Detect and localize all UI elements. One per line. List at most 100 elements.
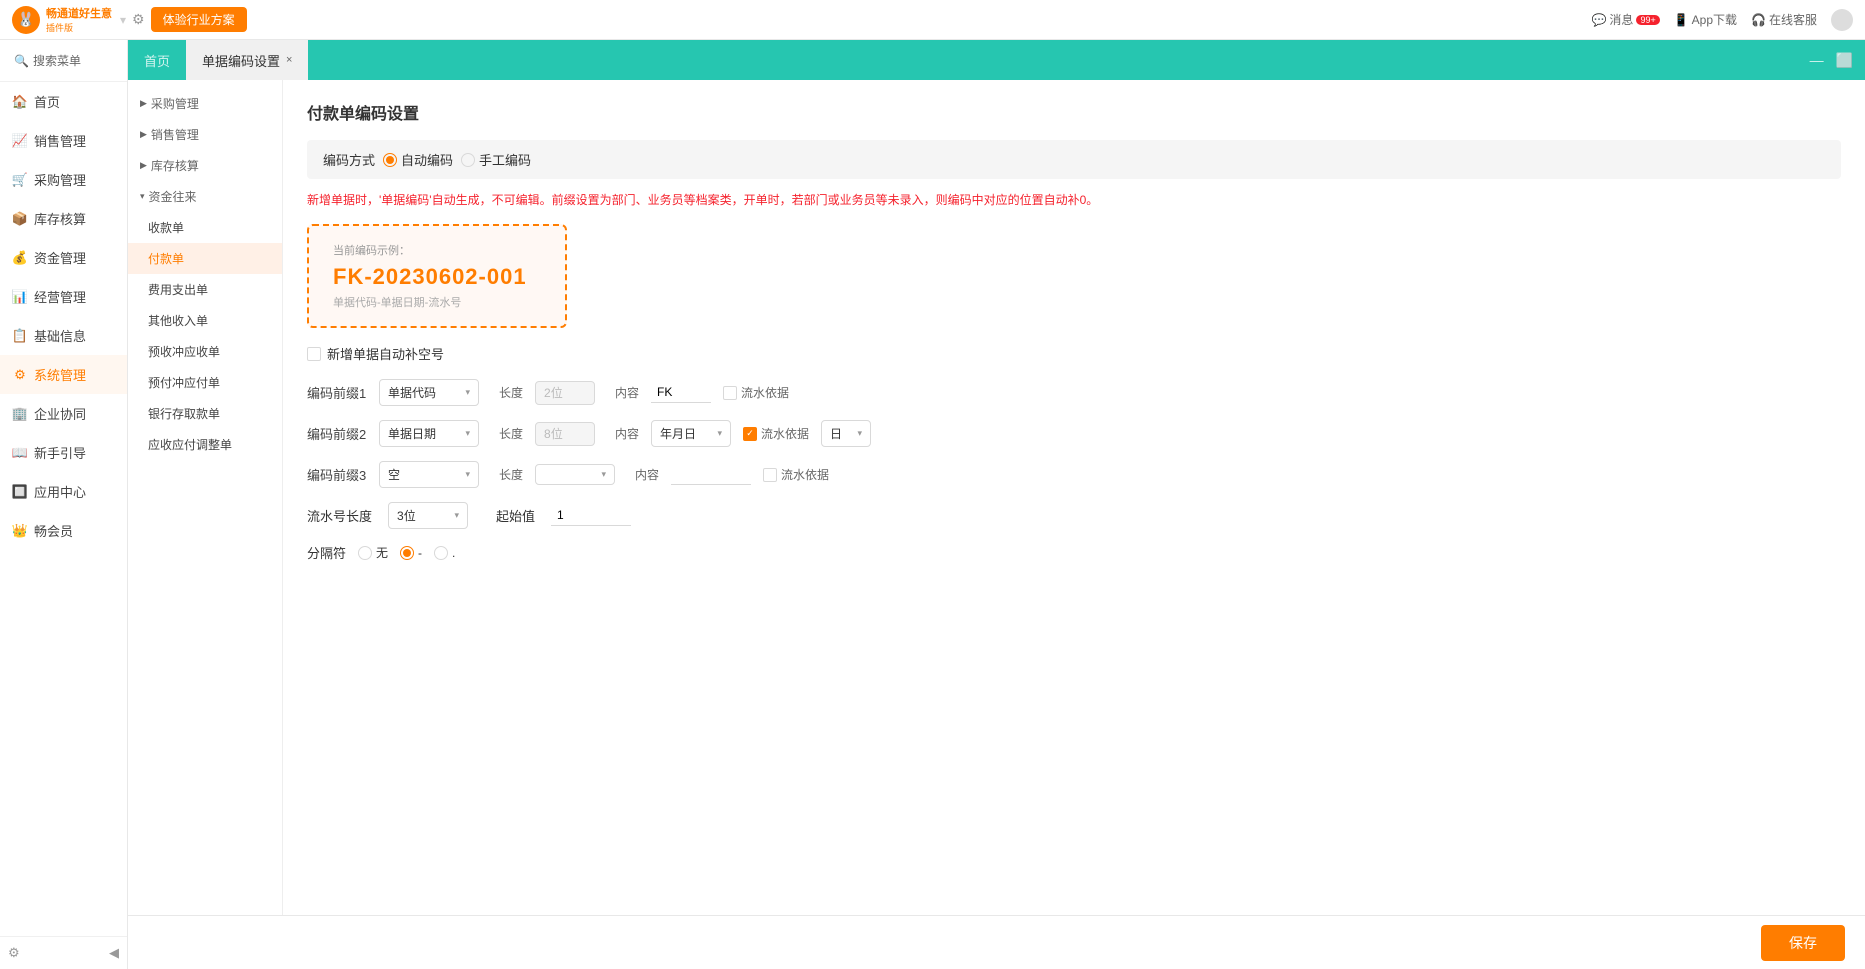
start-value-input[interactable] [551, 505, 631, 526]
serial-length-row: 流水号长度 3位 起始值 [307, 502, 1841, 529]
prefix1-select[interactable]: 单据代码 [379, 379, 479, 406]
submenu-item-other-income[interactable]: 其他收入单 [128, 305, 282, 336]
tab-controls: — ⬜ [1806, 40, 1865, 80]
dropdown-arrow[interactable]: ▾ [120, 13, 126, 27]
separator-none-radio[interactable]: 无 [358, 544, 388, 561]
content3-input[interactable] [671, 464, 751, 485]
sidebar-item-guide[interactable]: 📖 新手引导 [0, 433, 127, 472]
submenu-item-pre-receivable[interactable]: 预收冲应收单 [128, 336, 282, 367]
submenu-group-inventory-title[interactable]: ▶ 库存核算 [128, 150, 282, 181]
page-title: 付款单编码设置 [307, 100, 1841, 124]
sidebar-search-button[interactable]: 🔍 搜索菜单 [8, 48, 119, 73]
submenu-group-finance-title[interactable]: ▾ 资金往来 [128, 181, 282, 212]
trial-button[interactable]: 体验行业方案 [151, 7, 247, 32]
prefix2-label: 编码前缀2 [307, 424, 367, 443]
apps-icon: 🔲 [12, 484, 28, 500]
serial3-checkbox[interactable] [763, 468, 777, 482]
topbar-right: 💬 消息 99+ 📱 App下载 🎧 在线客服 [1591, 9, 1853, 31]
sidebar-item-inventory[interactable]: 📦 库存核算 [0, 199, 127, 238]
form-content: 付款单编码设置 编码方式 自动编码 手工编码 新增单据时，'单据编码'自动生成 [283, 80, 1865, 915]
length3-select[interactable] [535, 464, 615, 485]
prefix3-row: 编码前缀3 空 长度 内容 流水依据 [307, 461, 1841, 488]
length3-select-arrow [601, 469, 606, 480]
manual-encode-radio-dot [461, 153, 475, 167]
settings-icon[interactable]: ⚙ [132, 11, 145, 28]
serial2-unit-select[interactable]: 日 [821, 420, 871, 447]
separator-none-dot [358, 546, 372, 560]
content2-label: 内容 [615, 425, 639, 442]
sidebar-item-system[interactable]: ⚙ 系统管理 [0, 355, 127, 394]
sidebar-collapse-icon[interactable]: ◀ [109, 945, 119, 961]
serial1-checkbox[interactable] [723, 386, 737, 400]
separator-dash-radio[interactable]: - [400, 546, 422, 560]
auto-fill-checkbox[interactable] [307, 347, 321, 361]
submenu-item-bank-deposit[interactable]: 银行存取款单 [128, 398, 282, 429]
submenu-group-purchase-title[interactable]: ▶ 采购管理 [128, 88, 282, 119]
submenu-item-receipt[interactable]: 收款单 [128, 212, 282, 243]
submenu-item-ap-adjustment[interactable]: 应收应付调整单 [128, 429, 282, 460]
app-download-button[interactable]: 📱 App下载 [1674, 11, 1737, 28]
enterprise-icon: 🏢 [12, 406, 28, 422]
prefix3-select[interactable]: 空 [379, 461, 479, 488]
system-icon: ⚙ [12, 367, 28, 383]
content2-select[interactable]: 年月日 [651, 420, 731, 447]
serial3-checkbox-row: 流水依据 [763, 466, 829, 483]
online-service-button[interactable]: 🎧 在线客服 [1751, 11, 1817, 28]
sidebar-item-sales[interactable]: 📈 销售管理 [0, 121, 127, 160]
main-layout: 🔍 搜索菜单 🏠 首页 📈 销售管理 🛒 采购管理 📦 库存核算 💰 [0, 40, 1865, 969]
separator-dot-radio[interactable]: . [434, 546, 455, 560]
message-button[interactable]: 💬 消息 99+ [1591, 11, 1659, 28]
sidebar-item-enterprise[interactable]: 🏢 企业协同 [0, 394, 127, 433]
sidebar-settings-icon[interactable]: ⚙ [8, 945, 20, 961]
submenu-item-expense[interactable]: 费用支出单 [128, 274, 282, 305]
serial1-checkbox-row: 流水依据 [723, 384, 789, 401]
tab-close-icon[interactable]: × [286, 54, 292, 66]
serial-length-label: 流水号长度 [307, 506, 372, 525]
separator-radio-group: 无 - . [358, 544, 455, 561]
tab-minimize-icon[interactable]: — [1806, 48, 1828, 72]
app-logo: 🐰 畅通道好生意 插件版 [12, 5, 112, 34]
sidebar-item-apps[interactable]: 🔲 应用中心 [0, 472, 127, 511]
length1-label: 长度 [499, 384, 523, 401]
chevron-right-icon: ▶ [140, 98, 147, 109]
length3-label: 长度 [499, 466, 523, 483]
submenu-group-sales-title[interactable]: ▶ 销售管理 [128, 119, 282, 150]
tab-home[interactable]: 首页 [128, 40, 186, 80]
chevron-right-icon2: ▶ [140, 129, 147, 140]
sidebar-item-purchase[interactable]: 🛒 采购管理 [0, 160, 127, 199]
sidebar-item-base[interactable]: 📋 基础信息 [0, 316, 127, 355]
sales-icon: 📈 [12, 133, 28, 149]
tab-maximize-icon[interactable]: ⬜ [1832, 48, 1857, 73]
inventory-icon: 📦 [12, 211, 28, 227]
sidebar-item-member[interactable]: 👑 畅会员 [0, 511, 127, 550]
encode-method-label: 编码方式 [323, 150, 375, 169]
serial2-checkbox[interactable]: ✓ [743, 427, 757, 441]
sidebar: 🔍 搜索菜单 🏠 首页 📈 销售管理 🛒 采购管理 📦 库存核算 💰 [0, 40, 128, 969]
serial2-unit-arrow [858, 428, 863, 439]
encode-method-row: 编码方式 自动编码 手工编码 [307, 140, 1841, 179]
manual-encode-radio[interactable]: 手工编码 [461, 150, 531, 169]
prefix3-label: 编码前缀3 [307, 465, 367, 484]
sidebar-item-operations[interactable]: 📊 经营管理 [0, 277, 127, 316]
submenu-item-payment[interactable]: 付款单 [128, 243, 282, 274]
submenu-group-purchase: ▶ 采购管理 [128, 88, 282, 119]
save-button[interactable]: 保存 [1761, 925, 1845, 961]
auto-encode-radio[interactable]: 自动编码 [383, 150, 453, 169]
mobile-icon: 📱 [1674, 13, 1689, 27]
prefix2-select[interactable]: 单据日期 [379, 420, 479, 447]
content1-input[interactable] [651, 382, 711, 403]
topbar-search-area: ▾ ⚙ 体验行业方案 [120, 7, 247, 32]
serial-length-select[interactable]: 3位 [388, 502, 468, 529]
bottom-bar: 保存 [128, 915, 1865, 969]
prefix3-select-arrow [465, 469, 470, 480]
purchase-icon: 🛒 [12, 172, 28, 188]
sidebar-item-finance[interactable]: 💰 资金管理 [0, 238, 127, 277]
content3-label: 内容 [635, 466, 659, 483]
tab-encode-settings[interactable]: 单据编码设置 × [186, 40, 308, 80]
submenu-item-pre-payable[interactable]: 预付冲应付单 [128, 367, 282, 398]
user-avatar[interactable] [1831, 9, 1853, 31]
prefix1-row: 编码前缀1 单据代码 长度 内容 流水依据 [307, 379, 1841, 406]
length2-input [535, 422, 595, 446]
member-icon: 👑 [12, 523, 28, 539]
sidebar-item-home[interactable]: 🏠 首页 [0, 82, 127, 121]
